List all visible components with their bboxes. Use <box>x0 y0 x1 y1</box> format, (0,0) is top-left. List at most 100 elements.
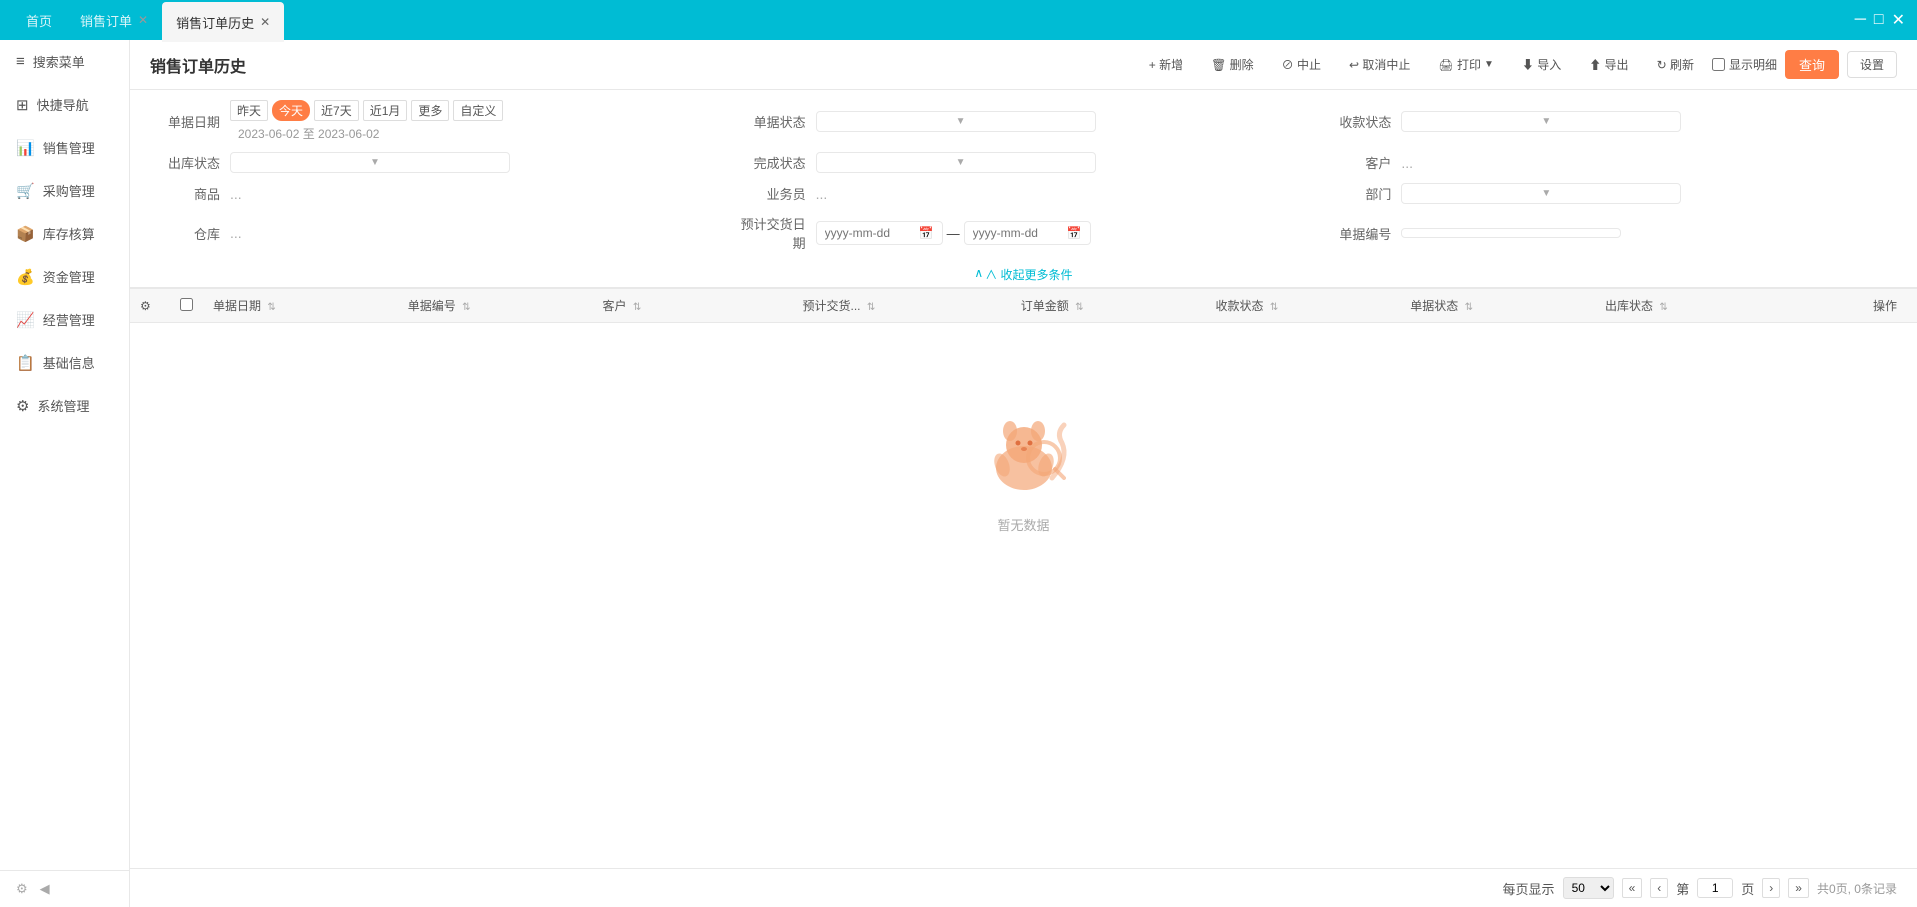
sidebar-collapse-icon[interactable]: ◀ <box>40 881 50 897</box>
filter-complete-label: 完成状态 <box>736 153 816 172</box>
dept-dropdown-icon: ▼ <box>1541 188 1672 199</box>
export-button[interactable]: ⬆ 导出 <box>1579 51 1638 78</box>
stop-button[interactable]: ⊘ 中止 <box>1272 51 1331 78</box>
sidebar-item-sales[interactable]: 📊 销售管理 <box>0 126 129 169</box>
filter-salesperson-label: 业务员 <box>736 184 816 203</box>
next-page-button[interactable]: › <box>1762 878 1780 898</box>
filter-customer-cell: 客户 ... <box>1321 152 1897 173</box>
sidebar-item-finance[interactable]: 💰 资金管理 <box>0 255 129 298</box>
close-tab-sales-order[interactable]: ✕ <box>138 13 148 27</box>
filter-orderno-input[interactable] <box>1401 228 1621 238</box>
th-amount[interactable]: 订单金额 ⇅ <box>1011 289 1206 323</box>
filter-dept-select[interactable]: ▼ <box>1401 183 1681 204</box>
prev-page-button[interactable]: ‹ <box>1650 878 1668 898</box>
sidebar-item-purchase[interactable]: 🛒 采购管理 <box>0 169 129 212</box>
complete-dropdown-icon: ▼ <box>956 157 1087 168</box>
filter-customer-dots[interactable]: ... <box>1401 155 1413 171</box>
date-yesterday[interactable]: 昨天 <box>230 100 268 121</box>
sidebar-item-system[interactable]: ⚙ 系统管理 <box>0 384 129 427</box>
minimize-button[interactable]: ─ <box>1855 11 1866 29</box>
th-checkbox[interactable] <box>170 289 203 323</box>
content-area: 销售订单历史 + 新增 🗑 删除 ⊘ 中止 ↩ 取消中止 🖨 打印 ▼ ⬇ 导入… <box>130 40 1917 907</box>
date-7days[interactable]: 近7天 <box>314 100 359 121</box>
sort-order-status-icon: ⇅ <box>1465 302 1473 313</box>
top-bar: 首页 销售订单 ✕ 销售订单历史 ✕ ─ □ ✕ <box>0 0 1917 40</box>
filter-warehouse-dots[interactable]: ... <box>230 225 242 241</box>
status-dropdown-icon: ▼ <box>956 116 1087 127</box>
sidebar-item-basic[interactable]: 📋 基础信息 <box>0 341 129 384</box>
basic-icon: 📋 <box>16 354 35 372</box>
last-page-button[interactable]: » <box>1788 878 1809 898</box>
filter-warehouse-label: 仓库 <box>150 224 230 243</box>
purchase-icon: 🛒 <box>16 182 35 200</box>
cancel-stop-button[interactable]: ↩ 取消中止 <box>1339 51 1420 78</box>
filter-salesperson-dots[interactable]: ... <box>816 186 828 202</box>
filter-receipt-select[interactable]: ▼ <box>1401 111 1681 132</box>
filter-goods-dots[interactable]: ... <box>230 186 242 202</box>
delivery-from-input[interactable] <box>825 226 915 240</box>
th-receipt-status[interactable]: 收款状态 ⇅ <box>1206 289 1401 323</box>
delivery-to-input[interactable] <box>973 226 1063 240</box>
window-controls: ─ □ ✕ <box>1855 10 1905 30</box>
page-header: 销售订单历史 + 新增 🗑 删除 ⊘ 中止 ↩ 取消中止 🖨 打印 ▼ ⬇ 导入… <box>130 40 1917 90</box>
filter-outstock-select[interactable]: ▼ <box>230 152 510 173</box>
close-tab-sales-history[interactable]: ✕ <box>260 15 270 29</box>
date-more[interactable]: 更多 <box>411 100 449 121</box>
setting-button[interactable]: 设置 <box>1847 51 1897 78</box>
finance-icon: 💰 <box>16 268 35 286</box>
filter-delivery-label: 预计交货日期 <box>736 214 816 252</box>
show-details-label[interactable]: 显示明细 <box>1712 56 1777 73</box>
close-button[interactable]: ✕ <box>1892 10 1905 30</box>
delivery-date-from[interactable]: 📅 <box>816 221 943 245</box>
select-all-checkbox[interactable] <box>180 298 193 311</box>
sidebar-bottom: ⚙ ◀ <box>0 870 129 907</box>
page-unit: 页 <box>1741 879 1754 898</box>
filter-complete-cell: 完成状态 ▼ <box>736 152 1312 173</box>
date-custom[interactable]: 自定义 <box>453 100 503 121</box>
date-shortcuts: 昨天 今天 近7天 近1月 更多 自定义 <box>230 100 503 121</box>
filter-status-select[interactable]: ▼ <box>816 111 1096 132</box>
filter-date-label: 单据日期 <box>150 112 230 131</box>
page-size-select[interactable]: 50 10 20 100 <box>1563 877 1614 899</box>
th-date[interactable]: 单据日期 ⇅ <box>203 289 398 323</box>
th-settings[interactable]: ⚙ <box>130 289 170 323</box>
tab-sales-order[interactable]: 销售订单 ✕ <box>66 0 162 40</box>
date-today[interactable]: 今天 <box>272 100 310 121</box>
collapse-filters[interactable]: ∧ ∧ 收起更多条件 <box>130 262 1917 287</box>
import-button[interactable]: ⬇ 导入 <box>1512 51 1571 78</box>
th-customer[interactable]: 客户 ⇅ <box>593 289 793 323</box>
filter-status-label: 单据状态 <box>736 112 816 131</box>
sidebar: ≡ 搜索菜单 ⊞ 快捷导航 📊 销售管理 🛒 采购管理 📦 库存核算 💰 资金管… <box>0 40 130 907</box>
query-button[interactable]: 查询 <box>1785 50 1839 79</box>
print-button[interactable]: 🖨 打印 ▼ <box>1428 51 1503 78</box>
th-order-status[interactable]: 单据状态 ⇅ <box>1400 289 1595 323</box>
filter-section: 单据日期 昨天 今天 近7天 近1月 更多 自定义 2023-06-02 至 2… <box>130 90 1917 288</box>
tab-sales-order-history[interactable]: 销售订单历史 ✕ <box>162 2 284 42</box>
tab-home[interactable]: 首页 <box>12 0 66 40</box>
sidebar-item-operations[interactable]: 📈 经营管理 <box>0 298 129 341</box>
filter-goods-cell: 商品 ... <box>150 183 726 204</box>
sidebar-item-inventory[interactable]: 📦 库存核算 <box>0 212 129 255</box>
th-orderno[interactable]: 单据编号 ⇅ <box>398 289 593 323</box>
first-page-button[interactable]: « <box>1622 878 1643 898</box>
maximize-button[interactable]: □ <box>1874 11 1884 29</box>
date-range-text: 2023-06-02 至 2023-06-02 <box>238 125 503 142</box>
operations-icon: 📈 <box>16 311 35 329</box>
delete-button[interactable]: 🗑 删除 <box>1201 51 1264 78</box>
delivery-date-to[interactable]: 📅 <box>964 221 1091 245</box>
search-menu-icon: ≡ <box>16 53 25 70</box>
refresh-button[interactable]: ↻ 刷新 <box>1647 51 1704 78</box>
sidebar-item-search[interactable]: ≡ 搜索菜单 <box>0 40 129 83</box>
sidebar-item-quicknav[interactable]: ⊞ 快捷导航 <box>0 83 129 126</box>
show-details-checkbox[interactable] <box>1712 58 1725 71</box>
calendar-from-icon: 📅 <box>919 226 934 240</box>
empty-state: 暂无数据 <box>130 323 1917 614</box>
page-number-input[interactable] <box>1697 878 1733 898</box>
sidebar-settings-icon[interactable]: ⚙ <box>16 881 28 897</box>
th-delivery[interactable]: 预计交货... ⇅ <box>793 289 1011 323</box>
filter-outstock-cell: 出库状态 ▼ <box>150 152 726 173</box>
th-out-status[interactable]: 出库状态 ⇅ <box>1595 289 1790 323</box>
date-1month[interactable]: 近1月 <box>363 100 408 121</box>
filter-complete-select[interactable]: ▼ <box>816 152 1096 173</box>
new-button[interactable]: + 新增 <box>1139 51 1193 78</box>
